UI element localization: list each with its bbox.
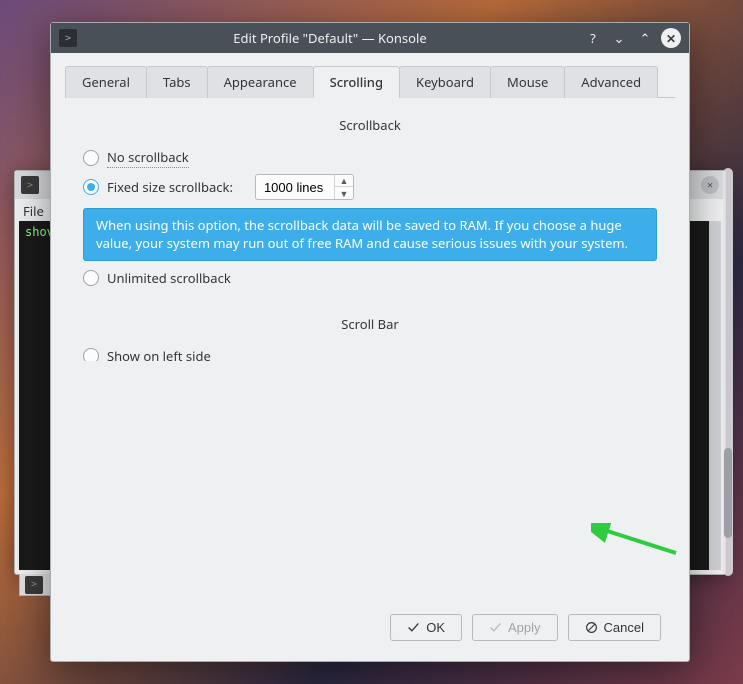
cancel-button[interactable]: Cancel (568, 614, 661, 641)
tab-mouse[interactable]: Mouse (490, 66, 565, 98)
tab-appearance[interactable]: Appearance (207, 66, 314, 98)
radio-scrollbar-left-label: Show on left side (107, 347, 211, 361)
terminal-icon (21, 176, 39, 194)
radio-scrollbar-left-row[interactable]: Show on left side (83, 347, 657, 361)
menu-file[interactable]: File (23, 202, 44, 220)
radio-no-scrollback-label: No scrollback (107, 148, 189, 168)
radio-unlimited-scrollback-row[interactable]: Unlimited scrollback (83, 269, 657, 287)
tab-keyboard[interactable]: Keyboard (399, 66, 491, 98)
apply-button-label: Apply (508, 620, 541, 635)
scrollbar-thumb[interactable] (724, 448, 732, 538)
radio-scrollbar-left[interactable] (83, 348, 99, 361)
cancel-icon (585, 621, 598, 634)
ok-button-label: OK (426, 620, 445, 635)
apply-button[interactable]: Apply (472, 614, 558, 641)
group-title-scrollback: Scrollback (83, 116, 657, 134)
scrollback-info-box: When using this option, the scrollback d… (83, 208, 657, 261)
dialog-titlebar: Edit Profile "Default" — Konsole ? ⌄ ⌃ ✕ (51, 23, 689, 53)
terminal-icon (59, 29, 77, 47)
check-icon (407, 621, 420, 634)
tab-bar: General Tabs Appearance Scrolling Keyboa… (65, 65, 675, 98)
close-icon[interactable]: × (701, 176, 719, 194)
minimize-button[interactable]: ⌄ (609, 28, 629, 48)
radio-no-scrollback[interactable] (83, 150, 99, 166)
radio-unlimited-scrollback[interactable] (83, 270, 99, 286)
tab-general[interactable]: General (65, 66, 147, 98)
dialog-button-bar: OK Apply Cancel (65, 604, 675, 651)
spin-up-icon[interactable]: ▲ (335, 175, 353, 187)
radio-fixed-scrollback[interactable] (83, 179, 99, 195)
dialog-body: General Tabs Appearance Scrolling Keyboa… (51, 53, 689, 661)
spin-buttons: ▲ ▼ (334, 175, 353, 199)
edit-profile-dialog: Edit Profile "Default" — Konsole ? ⌄ ⌃ ✕… (50, 22, 690, 662)
group-title-scrollbar: Scroll Bar (83, 315, 657, 333)
scrollback-lines-input[interactable] (256, 180, 334, 195)
radio-no-scrollback-row[interactable]: No scrollback (83, 148, 657, 168)
radio-fixed-scrollback-row: Fixed size scrollback: ▲ ▼ (83, 174, 657, 200)
radio-unlimited-scrollback-label: Unlimited scrollback (107, 269, 231, 287)
maximize-button[interactable]: ⌃ (635, 28, 655, 48)
scrollback-lines-spinbox[interactable]: ▲ ▼ (255, 174, 354, 200)
spin-down-icon[interactable]: ▼ (335, 187, 353, 199)
help-button[interactable]: ? (583, 28, 603, 48)
tab-scrolling[interactable]: Scrolling (313, 66, 400, 98)
outer-scrollbar[interactable] (723, 168, 733, 576)
dialog-title: Edit Profile "Default" — Konsole (83, 29, 577, 47)
terminal-icon (25, 576, 43, 594)
cancel-button-label: Cancel (604, 620, 644, 635)
tab-advanced[interactable]: Advanced (564, 66, 658, 98)
terminal-scrollbar[interactable] (709, 221, 721, 570)
ok-button[interactable]: OK (390, 614, 462, 641)
radio-fixed-scrollback-label: Fixed size scrollback: (107, 178, 233, 196)
scrolling-page: Scrollback No scrollback Fixed size scro… (65, 98, 675, 361)
tab-tabs[interactable]: Tabs (146, 66, 208, 98)
check-icon (489, 621, 502, 634)
close-button[interactable]: ✕ (661, 28, 681, 48)
